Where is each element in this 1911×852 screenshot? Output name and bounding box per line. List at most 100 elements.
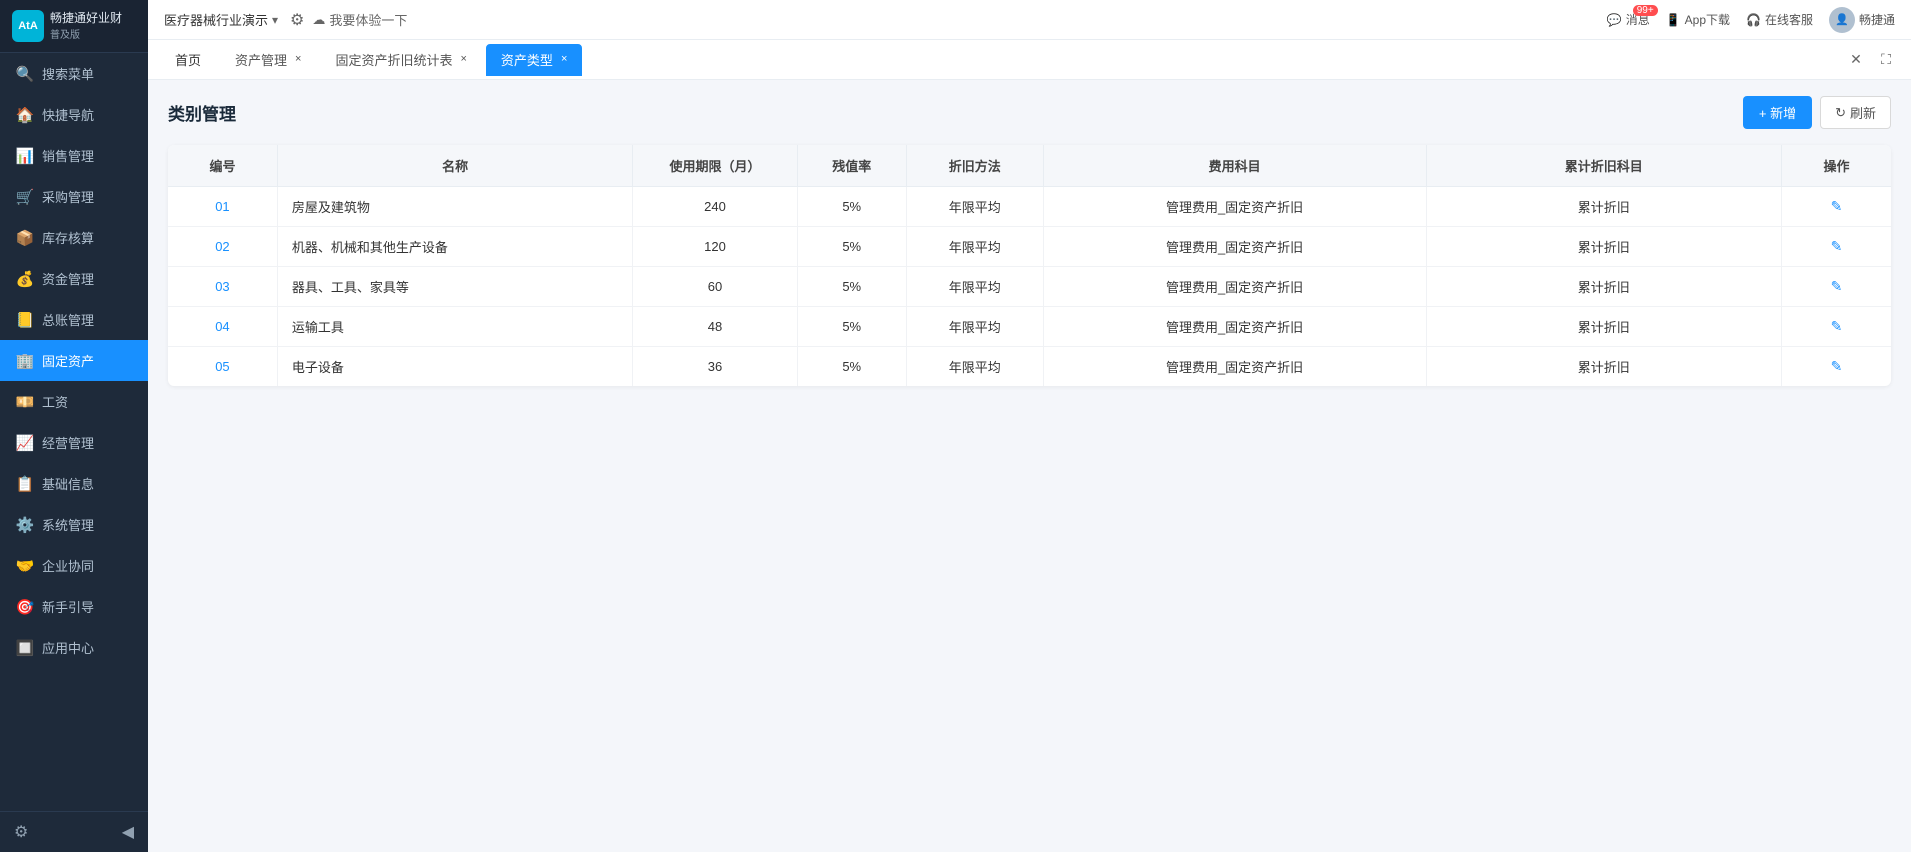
- table-row: 01 房屋及建筑物 240 5% 年限平均 管理费用_固定资产折旧 累计折旧 ✎: [168, 187, 1891, 227]
- cell-no-0[interactable]: 01: [168, 187, 277, 227]
- tab-asset-mgmt-close[interactable]: ×: [295, 54, 301, 65]
- page-title: 类别管理: [168, 100, 236, 125]
- settings-icon[interactable]: ⚙: [14, 822, 28, 842]
- sidebar-item-purchase[interactable]: 🛒 采购管理: [0, 176, 148, 217]
- sidebar-item-fixed-assets[interactable]: 🏢 固定资产: [0, 340, 148, 381]
- table-head: 编号 名称 使用期限（月） 残值率 折旧方法 费用科目 累计折旧科目 操作: [168, 145, 1891, 187]
- cell-expense-4: 管理费用_固定资产折旧: [1043, 347, 1426, 387]
- cell-method-0: 年限平均: [906, 187, 1043, 227]
- notification-button[interactable]: 💬 消息 99+: [1607, 11, 1650, 28]
- sidebar-item-guide[interactable]: 🎯 新手引导: [0, 586, 148, 627]
- enterprise-icon: 🤝: [16, 557, 34, 575]
- app-download-button[interactable]: 📱 App下载: [1666, 11, 1730, 28]
- tab-depreciation-close[interactable]: ×: [460, 54, 466, 65]
- inventory-icon: 📦: [16, 229, 34, 247]
- tab-home[interactable]: 首页: [160, 44, 216, 76]
- topbar-right: 💬 消息 99+ 📱 App下载 🎧 在线客服 👤 畅捷通: [1607, 7, 1895, 33]
- sidebar-item-operations[interactable]: 📈 经营管理: [0, 422, 148, 463]
- quick-nav-icon: 🏠: [16, 106, 34, 124]
- cell-expense-1: 管理费用_固定资产折旧: [1043, 227, 1426, 267]
- topbar-settings-icon[interactable]: ⚙: [290, 10, 304, 30]
- sidebar-menu: 🔍 搜索菜单 🏠 快捷导航 📊 销售管理 🛒 采购管理 📦 库存核算 💰 资金管…: [0, 53, 148, 811]
- sidebar-item-salary[interactable]: 💴 工资: [0, 381, 148, 422]
- company-selector[interactable]: 医疗器械行业演示 ▾: [164, 10, 278, 29]
- sidebar-item-basic-info[interactable]: 📋 基础信息: [0, 463, 148, 504]
- cell-no-2[interactable]: 03: [168, 267, 277, 307]
- app-download-icon: 📱: [1666, 13, 1681, 27]
- sidebar-item-label-enterprise: 企业协同: [42, 556, 94, 575]
- sidebar-item-app-center[interactable]: 🔲 应用中心: [0, 627, 148, 668]
- guide-icon: 🎯: [16, 598, 34, 616]
- sidebar-footer: ⚙ ◀: [0, 811, 148, 852]
- cell-period-3: 48: [633, 307, 797, 347]
- page-header: 类别管理 + 新增 ↻ 刷新: [168, 96, 1891, 129]
- sidebar-item-label-salary: 工资: [42, 392, 68, 411]
- edit-icon-4[interactable]: ✎: [1831, 358, 1843, 374]
- main-area: 医疗器械行业演示 ▾ ⚙ ☁ 我要体验一下 💬 消息 99+ 📱 App下载 🎧…: [148, 0, 1911, 852]
- tab-asset-mgmt[interactable]: 资产管理 ×: [220, 44, 316, 76]
- topbar: 医疗器械行业演示 ▾ ⚙ ☁ 我要体验一下 💬 消息 99+ 📱 App下载 🎧…: [148, 0, 1911, 40]
- cell-period-2: 60: [633, 267, 797, 307]
- cell-accumulation-0: 累计折旧: [1426, 187, 1782, 227]
- tab-asset-mgmt-label: 资产管理: [235, 50, 287, 69]
- sidebar-item-label-inventory: 库存核算: [42, 228, 94, 247]
- table-row: 02 机器、机械和其他生产设备 120 5% 年限平均 管理费用_固定资产折旧 …: [168, 227, 1891, 267]
- sidebar-item-label-purchase: 采购管理: [42, 187, 94, 206]
- sidebar-logo: AtA 畅捷通好业财 普及版: [0, 0, 148, 53]
- sidebar-item-label-sales: 销售管理: [42, 146, 94, 165]
- tab-asset-type-close[interactable]: ×: [561, 54, 567, 65]
- tab-depreciation-table[interactable]: 固定资产折旧统计表 ×: [320, 44, 481, 76]
- fixed-assets-icon: 🏢: [16, 352, 34, 370]
- th-no: 编号: [168, 145, 277, 187]
- online-service-button[interactable]: 🎧 在线客服: [1746, 11, 1813, 28]
- sidebar-item-label-system: 系统管理: [42, 515, 94, 534]
- edit-icon-1[interactable]: ✎: [1831, 238, 1843, 254]
- sidebar-item-label-fixed-assets: 固定资产: [42, 351, 94, 370]
- add-button[interactable]: + 新增: [1743, 96, 1812, 129]
- sales-icon: 📊: [16, 147, 34, 165]
- cell-no-4[interactable]: 05: [168, 347, 277, 387]
- sidebar-item-label-app-center: 应用中心: [42, 638, 94, 657]
- user-menu[interactable]: 👤 畅捷通: [1829, 7, 1895, 33]
- cell-name-3: 运输工具: [277, 307, 633, 347]
- cell-method-1: 年限平均: [906, 227, 1043, 267]
- topbar-left: 医疗器械行业演示 ▾ ⚙ ☁ 我要体验一下: [164, 10, 407, 30]
- edit-icon-0[interactable]: ✎: [1831, 198, 1843, 214]
- sidebar-item-enterprise[interactable]: 🤝 企业协同: [0, 545, 148, 586]
- cell-no-3[interactable]: 04: [168, 307, 277, 347]
- online-service-label: 在线客服: [1765, 11, 1813, 28]
- tab-maximize-btn[interactable]: ⛶: [1873, 47, 1899, 73]
- category-table: 编号 名称 使用期限（月） 残值率 折旧方法 费用科目 累计折旧科目 操作 01…: [168, 145, 1891, 386]
- sidebar-item-label-ledger: 总账管理: [42, 310, 94, 329]
- sidebar-item-system[interactable]: ⚙️ 系统管理: [0, 504, 148, 545]
- salary-icon: 💴: [16, 393, 34, 411]
- sidebar-item-quick-nav[interactable]: 🏠 快捷导航: [0, 94, 148, 135]
- tab-asset-type[interactable]: 资产类型 ×: [486, 44, 582, 76]
- experience-button[interactable]: ☁ 我要体验一下: [312, 10, 407, 29]
- sidebar-item-capital[interactable]: 💰 资金管理: [0, 258, 148, 299]
- tab-depreciation-label: 固定资产折旧统计表: [335, 50, 452, 69]
- cell-name-0: 房屋及建筑物: [277, 187, 633, 227]
- cell-no-1[interactable]: 02: [168, 227, 277, 267]
- cell-residual-2: 5%: [797, 267, 906, 307]
- edit-icon-2[interactable]: ✎: [1831, 278, 1843, 294]
- cell-accumulation-1: 累计折旧: [1426, 227, 1782, 267]
- cell-action-2: ✎: [1782, 267, 1891, 307]
- sidebar-item-search[interactable]: 🔍 搜索菜单: [0, 53, 148, 94]
- edit-icon-3[interactable]: ✎: [1831, 318, 1843, 334]
- refresh-button[interactable]: ↻ 刷新: [1820, 96, 1891, 129]
- search-icon: 🔍: [16, 65, 34, 83]
- cell-expense-3: 管理费用_固定资产折旧: [1043, 307, 1426, 347]
- sidebar-item-ledger[interactable]: 📒 总账管理: [0, 299, 148, 340]
- cell-method-2: 年限平均: [906, 267, 1043, 307]
- cell-period-1: 120: [633, 227, 797, 267]
- experience-label: 我要体验一下: [329, 10, 407, 29]
- collapse-icon[interactable]: ◀: [122, 822, 134, 842]
- username: 畅捷通: [1859, 11, 1895, 28]
- th-residual: 残值率: [797, 145, 906, 187]
- cell-method-3: 年限平均: [906, 307, 1043, 347]
- sidebar-item-inventory[interactable]: 📦 库存核算: [0, 217, 148, 258]
- tab-close-btn[interactable]: ✕: [1843, 47, 1869, 73]
- app-version: 普及版: [50, 26, 122, 41]
- sidebar-item-sales[interactable]: 📊 销售管理: [0, 135, 148, 176]
